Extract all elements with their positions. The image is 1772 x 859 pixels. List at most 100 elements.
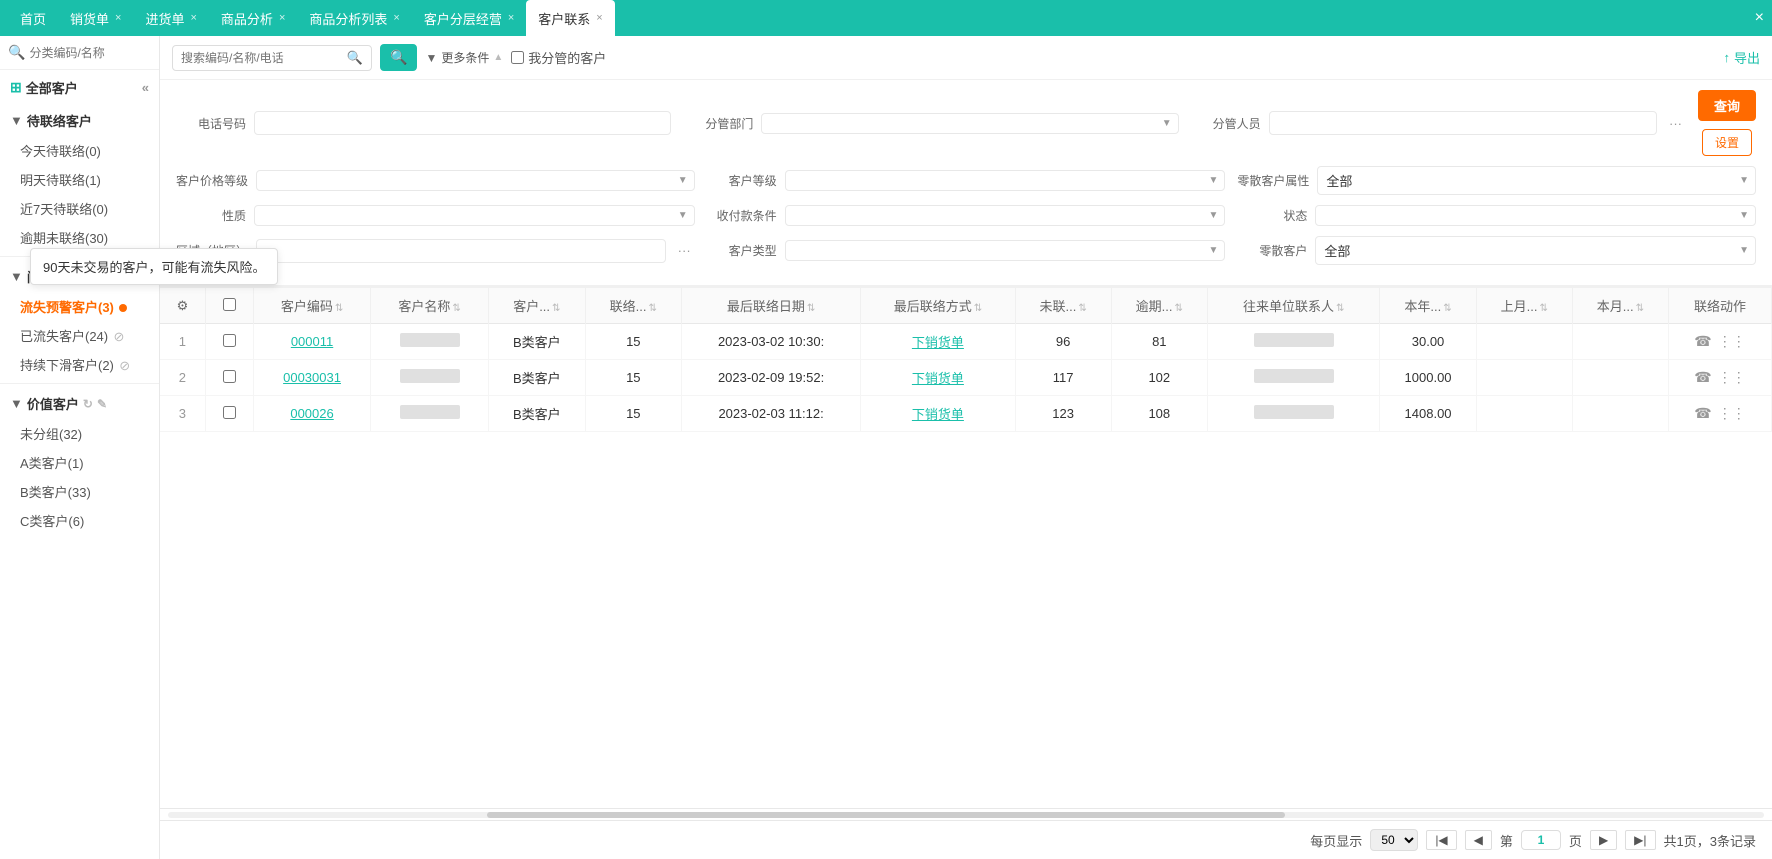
filter-status-select[interactable]: ▼	[1315, 205, 1756, 226]
sidebar-item-churn-warning[interactable]: 流失预警客户(3)	[0, 292, 159, 321]
tab-analysis[interactable]: 商品分析 ×	[209, 0, 297, 36]
sidebar-item-today[interactable]: 今天待联络(0)	[0, 136, 159, 165]
filter-dept-select[interactable]: ▼	[761, 113, 1178, 134]
row2-checkbox[interactable]	[205, 360, 253, 396]
row2-last-month	[1476, 360, 1572, 396]
my-customers-check[interactable]	[511, 51, 524, 64]
row2-contact-count: 15	[585, 360, 681, 396]
next-page-button[interactable]: ▶	[1590, 830, 1617, 850]
filter-search-box: 🔍	[172, 45, 372, 71]
filter-customer-level-select[interactable]: ▼	[785, 170, 1226, 191]
tab-purchase[interactable]: 进货单 ×	[133, 0, 208, 36]
sidebar-item-7days[interactable]: 近7天待联络(0)	[0, 194, 159, 223]
dots-icon-2[interactable]: ···	[674, 239, 695, 262]
row2-last-method[interactable]: 下销货单	[861, 360, 1015, 396]
row1-code[interactable]: 000011	[253, 324, 371, 360]
filter-customer-type-select[interactable]: ▼	[785, 240, 1226, 261]
action-buttons: 查询 设置	[1698, 90, 1756, 156]
tab-analysis-list-close[interactable]: ×	[393, 12, 399, 24]
filter-region-input[interactable]	[256, 239, 666, 263]
horizontal-scrollbar[interactable]	[160, 808, 1772, 820]
tab-analysis-close[interactable]: ×	[279, 12, 285, 24]
tab-customer-contact[interactable]: 客户联系 ×	[526, 0, 614, 36]
tab-sales[interactable]: 销货单 ×	[58, 0, 133, 36]
sidebar-group-pending[interactable]: ▼ 待联络客户	[0, 105, 159, 136]
row1-more-icon[interactable]: ⋮⋮	[1718, 333, 1746, 350]
select-all-checkbox[interactable]	[223, 298, 236, 311]
sidebar-item-ungrouped[interactable]: 未分组(32)	[0, 419, 159, 448]
query-button[interactable]: 查询	[1698, 90, 1756, 121]
filter-search-button[interactable]: 🔍	[380, 44, 417, 71]
row2-num: 2	[160, 360, 205, 396]
filter-zero-attr-select[interactable]: 全部 ▼	[1317, 166, 1756, 195]
last-page-button[interactable]: ▶|	[1625, 830, 1655, 850]
tab-customer-contact-close[interactable]: ×	[596, 12, 602, 24]
filter-price-level-select[interactable]: ▼	[256, 170, 695, 191]
col-last-method[interactable]: 最后联络方式⇅	[861, 288, 1015, 324]
row2-overdue: 102	[1111, 360, 1207, 396]
sidebar-item-class-c[interactable]: C类客户(6)	[0, 506, 159, 535]
tab-customer-segment[interactable]: 客户分层经营 ×	[412, 0, 526, 36]
row2-contact-icon[interactable]: ☎	[1694, 369, 1711, 386]
col-contact-count[interactable]: 联络...⇅	[585, 288, 681, 324]
col-contact-person[interactable]: 往来单位联系人⇅	[1207, 288, 1380, 324]
row1-last-method[interactable]: 下销货单	[861, 324, 1015, 360]
collapse-icon[interactable]: «	[142, 80, 149, 95]
col-name[interactable]: 客户名称⇅	[371, 288, 489, 324]
sidebar-item-class-a[interactable]: A类客户(1)	[0, 448, 159, 477]
row2-check[interactable]	[223, 370, 236, 383]
sidebar-group-value[interactable]: ▼ 价值客户 ↻ ✎	[0, 388, 159, 419]
filter-person-input[interactable]	[1269, 111, 1657, 135]
tab-sales-close[interactable]: ×	[115, 12, 121, 24]
col-this-month[interactable]: 本月...⇅	[1572, 288, 1668, 324]
my-customers-checkbox[interactable]: 我分管的客户	[511, 48, 606, 67]
col-last-date[interactable]: 最后联络日期⇅	[681, 288, 860, 324]
row1-check[interactable]	[223, 334, 236, 347]
col-settings[interactable]: ⚙	[160, 288, 205, 324]
tab-customer-segment-close[interactable]: ×	[508, 12, 514, 24]
sidebar-item-class-b[interactable]: B类客户(33)	[0, 477, 159, 506]
col-code[interactable]: 客户编码⇅	[253, 288, 371, 324]
row3-contact-icon[interactable]: ☎	[1694, 405, 1711, 422]
col-checkbox[interactable]	[205, 288, 253, 324]
sidebar-search-input[interactable]	[29, 46, 160, 60]
dots-icon[interactable]: ···	[1665, 112, 1686, 135]
sidebar-item-churned[interactable]: 已流失客户(24) ⊘	[0, 321, 159, 350]
col-this-year[interactable]: 本年...⇅	[1380, 288, 1476, 324]
row3-name	[371, 396, 489, 432]
tab-home[interactable]: 首页	[8, 0, 58, 36]
col-overdue[interactable]: 逾期...⇅	[1111, 288, 1207, 324]
filter-search-input[interactable]	[181, 51, 341, 65]
tab-purchase-close[interactable]: ×	[190, 12, 196, 24]
settings-button[interactable]: 设置	[1702, 129, 1752, 156]
row1-contact-icon[interactable]: ☎	[1694, 333, 1711, 350]
close-all-button[interactable]: ×	[1755, 9, 1764, 27]
sidebar-root-header[interactable]: ⊞ 全部客户 «	[0, 70, 159, 105]
filter-payment-select[interactable]: ▼	[785, 205, 1226, 226]
row3-more-icon[interactable]: ⋮⋮	[1718, 405, 1746, 422]
per-page-select[interactable]: 50	[1370, 829, 1418, 851]
page-number-input[interactable]	[1521, 830, 1561, 850]
sidebar-item-declining[interactable]: 持续下滑客户(2) ⊘	[0, 350, 159, 379]
filter-phone-input[interactable]	[254, 111, 671, 135]
row2-code[interactable]: 00030031	[253, 360, 371, 396]
col-last-month[interactable]: 上月...⇅	[1476, 288, 1572, 324]
row3-check[interactable]	[223, 406, 236, 419]
more-conditions-button[interactable]: ▼ 更多条件 ▲	[425, 49, 503, 66]
row2-more-icon[interactable]: ⋮⋮	[1718, 369, 1746, 386]
filter-zero-customer-select[interactable]: 全部 ▼	[1315, 236, 1756, 265]
tab-analysis-list[interactable]: 商品分析列表 ×	[297, 0, 411, 36]
filter-nature-select[interactable]: ▼	[254, 205, 695, 226]
chevron-down-icon-4: ▼	[1739, 175, 1749, 186]
first-page-button[interactable]: |◀	[1426, 830, 1456, 850]
export-button[interactable]: ↑ 导出	[1723, 48, 1760, 67]
col-type[interactable]: 客户...⇅	[488, 288, 585, 324]
row3-code[interactable]: 000026	[253, 396, 371, 432]
row3-last-method[interactable]: 下销货单	[861, 396, 1015, 432]
col-no-contact[interactable]: 未联...⇅	[1015, 288, 1111, 324]
row1-checkbox[interactable]	[205, 324, 253, 360]
prev-page-button[interactable]: ◀	[1465, 830, 1492, 850]
scroll-thumb[interactable]	[487, 812, 1285, 818]
row3-checkbox[interactable]	[205, 396, 253, 432]
sidebar-item-tomorrow[interactable]: 明天待联络(1)	[0, 165, 159, 194]
